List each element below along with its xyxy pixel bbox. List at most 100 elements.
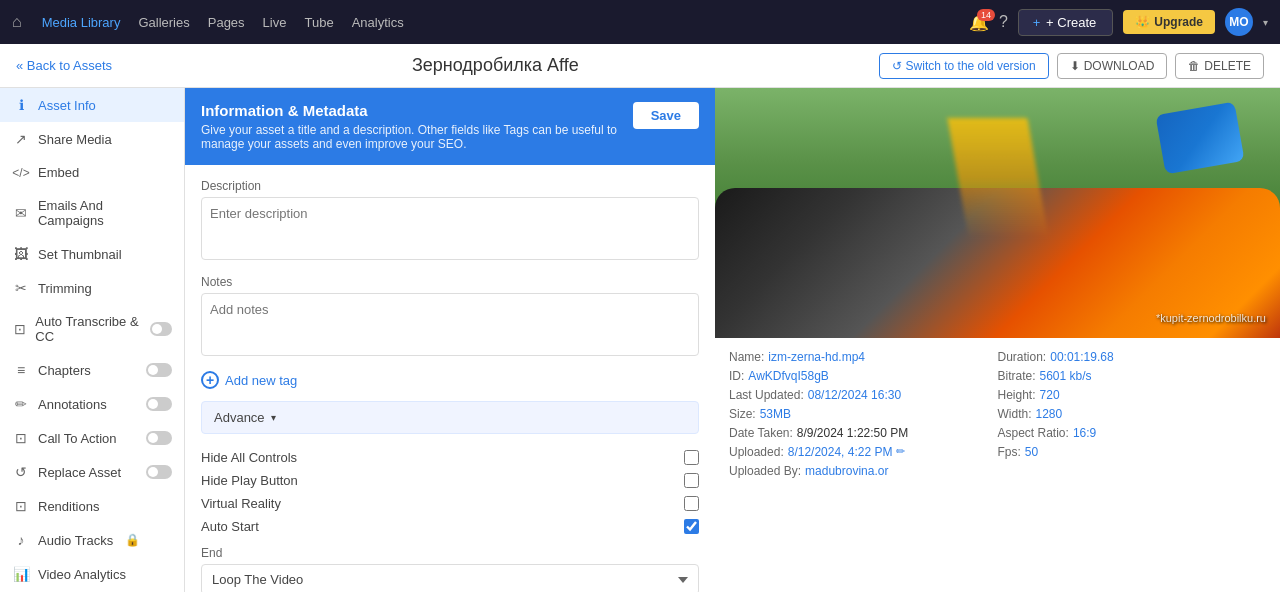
asset-info-icon: ℹ: [12, 97, 30, 113]
auto-start-row: Auto Start: [201, 515, 699, 538]
chapters-toggle[interactable]: [146, 363, 172, 377]
download-icon: ⬇: [1070, 59, 1080, 73]
transcribe-icon: ⊡: [12, 321, 27, 337]
end-label: End: [201, 546, 699, 560]
add-tag-row[interactable]: + Add new tag: [201, 371, 699, 389]
info-banner-description: Give your asset a title and a descriptio…: [201, 123, 633, 151]
meta-updated-row: Last Updated: 08/12/2024 16:30: [729, 388, 998, 402]
sidebar-label-embed: Embed: [38, 165, 79, 180]
sidebar-item-call-to-action[interactable]: ⊡ Call To Action: [0, 421, 184, 455]
annotations-icon: ✏: [12, 396, 30, 412]
meta-bitrate-key: Bitrate:: [998, 369, 1036, 383]
notes-label: Notes: [201, 275, 699, 289]
sidebar-item-replace-asset[interactable]: ↺ Replace Asset: [0, 455, 184, 489]
sidebar-item-set-thumbnail[interactable]: 🖼 Set Thumbnail: [0, 237, 184, 271]
help-button[interactable]: ?: [999, 13, 1008, 31]
page-title: Зернодробилка Affe: [112, 55, 878, 76]
upgrade-icon: 👑: [1135, 15, 1150, 29]
replace-toggle[interactable]: [146, 465, 172, 479]
avatar-chevron-icon: ▾: [1263, 17, 1268, 28]
sidebar-item-renditions[interactable]: ⊡ Renditions: [0, 489, 184, 523]
hide-all-controls-label: Hide All Controls: [201, 450, 297, 465]
delete-icon: 🗑: [1188, 59, 1200, 73]
home-icon[interactable]: ⌂: [12, 13, 22, 31]
meta-height-row: Height: 720: [998, 388, 1267, 402]
auto-transcribe-toggle[interactable]: [150, 322, 172, 336]
meta-uploaded-key: Uploaded:: [729, 445, 784, 459]
thumbnail-icon: 🖼: [12, 246, 30, 262]
nav-live[interactable]: Live: [263, 15, 287, 30]
meta-height-key: Height:: [998, 388, 1036, 402]
description-label: Description: [201, 179, 699, 193]
description-field-group: Description: [201, 179, 699, 263]
advance-chevron-icon: ▾: [271, 412, 276, 423]
description-textarea[interactable]: [201, 197, 699, 260]
audio-icon: ♪: [12, 532, 30, 548]
meta-aspect-row: Aspect Ratio: 16:9: [998, 426, 1267, 440]
meta-uploadedby-value: madubrovina.or: [805, 464, 888, 478]
sidebar-item-video-analytics[interactable]: 📊 Video Analytics: [0, 557, 184, 591]
add-tag-plus-icon: +: [201, 371, 219, 389]
hide-play-button-checkbox[interactable]: [684, 473, 699, 488]
notifications-button[interactable]: 🔔14: [969, 13, 989, 32]
meta-size-key: Size:: [729, 407, 756, 421]
sidebar-item-share-media[interactable]: ↗ Share Media: [0, 122, 184, 156]
nav-media-library[interactable]: Media Library: [42, 15, 121, 30]
hide-all-controls-checkbox[interactable]: [684, 450, 699, 465]
notes-textarea[interactable]: [201, 293, 699, 356]
farm-visual: *kupit-zernodrobilku.ru: [715, 88, 1280, 338]
auto-start-checkbox[interactable]: [684, 519, 699, 534]
cta-icon: ⊡: [12, 430, 30, 446]
meta-id-key: ID:: [729, 369, 744, 383]
advance-label: Advance: [214, 410, 265, 425]
sidebar-label-renditions: Renditions: [38, 499, 99, 514]
upgrade-button[interactable]: 👑 Upgrade: [1123, 10, 1215, 34]
nav-galleries[interactable]: Galleries: [138, 15, 189, 30]
cta-toggle[interactable]: [146, 431, 172, 445]
main-layout: ℹ Asset Info ↗ Share Media </> Embed ✉ E…: [0, 88, 1280, 592]
sidebar-label-asset-info: Asset Info: [38, 98, 96, 113]
meta-fps-key: Fps:: [998, 445, 1021, 459]
meta-aspect-key: Aspect Ratio:: [998, 426, 1069, 440]
chapters-icon: ≡: [12, 362, 30, 378]
meta-width-key: Width:: [998, 407, 1032, 421]
meta-name-key: Name:: [729, 350, 764, 364]
top-nav-right: 🔔14 ? + + Create 👑 Upgrade MO ▾: [969, 8, 1268, 36]
sidebar-item-emails-campaigns[interactable]: ✉ Emails And Campaigns: [0, 189, 184, 237]
nav-tube[interactable]: Tube: [304, 15, 333, 30]
sidebar-item-audio-tracks[interactable]: ♪ Audio Tracks 🔒: [0, 523, 184, 557]
form-body: Description Notes + Add new tag Advance …: [185, 165, 715, 592]
upgrade-label: Upgrade: [1154, 15, 1203, 29]
download-button[interactable]: ⬇ DOWNLOAD: [1057, 53, 1168, 79]
virtual-reality-checkbox[interactable]: [684, 496, 699, 511]
meta-duration-value: 00:01:19.68: [1050, 350, 1113, 364]
annotations-toggle[interactable]: [146, 397, 172, 411]
user-avatar[interactable]: MO: [1225, 8, 1253, 36]
auto-start-label: Auto Start: [201, 519, 259, 534]
meta-uploaded-row: Uploaded: 8/12/2024, 4:22 PM ✏: [729, 445, 998, 459]
switch-icon: ↺: [892, 59, 902, 73]
save-button[interactable]: Save: [633, 102, 699, 129]
sidebar-item-chapters[interactable]: ≡ Chapters: [0, 353, 184, 387]
switch-to-old-version-button[interactable]: ↺ Switch to the old version: [879, 53, 1049, 79]
end-select[interactable]: Loop The Video Stop Redirect: [201, 564, 699, 592]
meta-updated-key: Last Updated:: [729, 388, 804, 402]
sidebar-item-embed[interactable]: </> Embed: [0, 156, 184, 189]
back-to-assets-link[interactable]: « Back to Assets: [16, 58, 112, 73]
meta-uploadedby-key: Uploaded By:: [729, 464, 801, 478]
sidebar-item-trimming[interactable]: ✂ Trimming: [0, 271, 184, 305]
create-button[interactable]: + + Create: [1018, 9, 1113, 36]
sidebar-item-annotations[interactable]: ✏ Annotations: [0, 387, 184, 421]
sidebar-item-auto-transcribe[interactable]: ⊡ Auto Transcribe & CC: [0, 305, 184, 353]
nav-pages[interactable]: Pages: [208, 15, 245, 30]
advance-bar[interactable]: Advance ▾: [201, 401, 699, 434]
nav-analytics[interactable]: Analytics: [352, 15, 404, 30]
delete-button[interactable]: 🗑 DELETE: [1175, 53, 1264, 79]
edit-uploaded-icon[interactable]: ✏: [896, 445, 905, 459]
hide-all-controls-row: Hide All Controls: [201, 446, 699, 469]
meta-duration-key: Duration:: [998, 350, 1047, 364]
sidebar-label-replace: Replace Asset: [38, 465, 121, 480]
share-media-icon: ↗: [12, 131, 30, 147]
meta-name-value: izm-zerna-hd.mp4: [768, 350, 865, 364]
sidebar-item-asset-info[interactable]: ℹ Asset Info: [0, 88, 184, 122]
